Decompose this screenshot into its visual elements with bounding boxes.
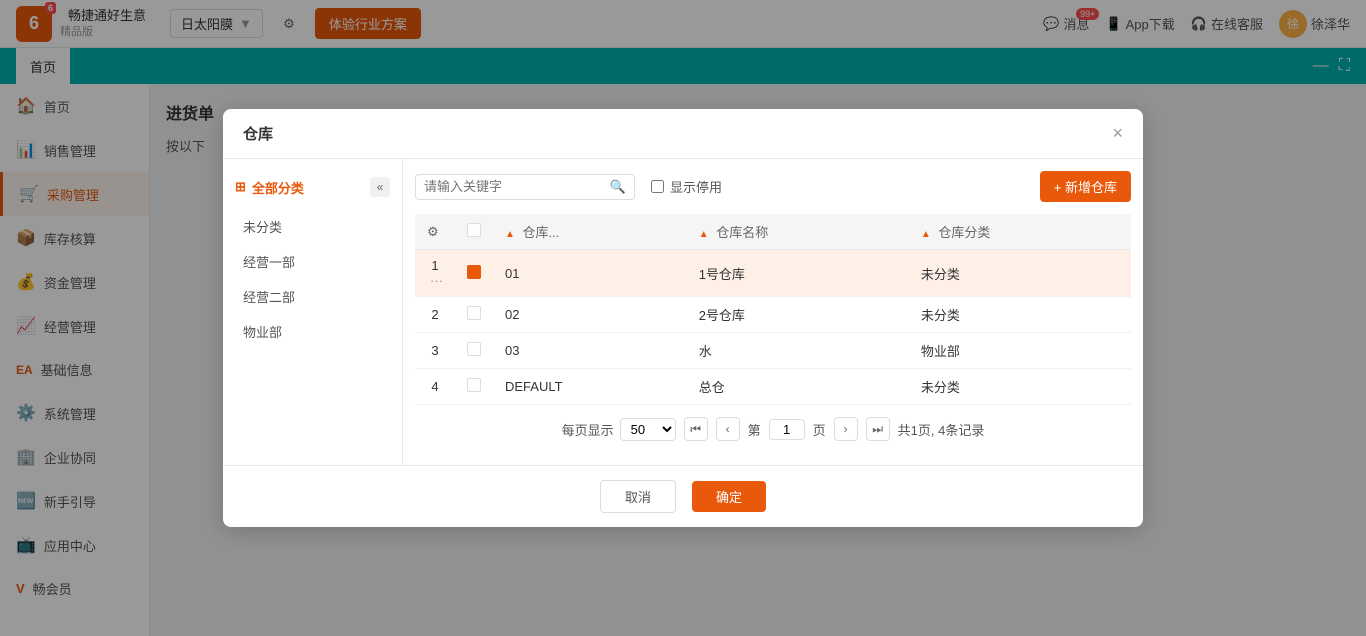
row-code: 03 — [493, 333, 687, 369]
all-categories-label: 全部分类 — [252, 178, 304, 197]
row-checkbox[interactable] — [455, 333, 493, 369]
row-index: 4 — [415, 369, 455, 405]
row-name: 1号仓库 — [687, 250, 909, 297]
th-category: ▲ 仓库分类 — [909, 214, 1131, 250]
sort-icon-category: ▲ — [921, 229, 931, 240]
row-checkbox[interactable] — [455, 297, 493, 333]
modal-header: 仓库 × — [223, 109, 1143, 159]
th-name: ▲ 仓库名称 — [687, 214, 909, 250]
left-toolbar: 🔍 显示停用 — [415, 174, 722, 200]
category-header: ⊞ 全部分类 « — [223, 171, 402, 203]
category-sidebar: ⊞ 全部分类 « 未分类 经营一部 经营二部 物业部 — [223, 159, 403, 465]
row-check-icon[interactable] — [467, 306, 481, 320]
search-icon[interactable]: 🔍 — [610, 179, 626, 195]
row-check-icon[interactable] — [467, 342, 481, 356]
row-code: 01 — [493, 250, 687, 297]
show-disabled-label[interactable]: 显示停用 — [651, 177, 722, 196]
pagination: 每页显示 50 100 ⏮ ‹ 第 页 › ⏭ 共1页, 4条记录 — [415, 405, 1131, 453]
per-page-select[interactable]: 50 100 — [620, 418, 676, 441]
last-page-button[interactable]: ⏭ — [866, 417, 890, 441]
header-checkbox[interactable] — [467, 223, 481, 237]
page-suffix: 页 — [813, 420, 826, 439]
table-row[interactable]: 4 DEFAULT 总仓 未分类 — [415, 369, 1131, 405]
table-row[interactable]: 3 03 水 物业部 — [415, 333, 1131, 369]
show-disabled-checkbox[interactable] — [651, 180, 664, 193]
th-code: ▲ 仓库... — [493, 214, 687, 250]
collapse-button[interactable]: « — [370, 177, 390, 197]
category-item-property[interactable]: 物业部 — [223, 314, 402, 349]
modal-overlay: 仓库 × ⊞ 全部分类 « 未分类 经营一部 经营二部 物业部 — [0, 0, 1366, 636]
table-area: 🔍 显示停用 + 新增仓库 ⚙ — [403, 159, 1143, 465]
modal-title: 仓库 — [243, 123, 273, 144]
cancel-button[interactable]: 取消 — [600, 480, 676, 513]
add-warehouse-button[interactable]: + 新增仓库 — [1040, 171, 1131, 202]
row-category: 未分类 — [909, 297, 1131, 333]
row-checkbox[interactable] — [455, 369, 493, 405]
row-name: 水 — [687, 333, 909, 369]
row-category: 未分类 — [909, 250, 1131, 297]
confirm-button[interactable]: 确定 — [692, 481, 766, 512]
modal-close-button[interactable]: × — [1112, 123, 1123, 144]
page-prefix: 第 — [748, 420, 761, 439]
warehouse-table: ⚙ ▲ 仓库... ▲ 仓库名称 — [415, 214, 1131, 405]
per-page-label: 每页显示 — [562, 420, 614, 439]
modal-body: ⊞ 全部分类 « 未分类 经营一部 经营二部 物业部 🔍 — [223, 159, 1143, 465]
row-category: 未分类 — [909, 369, 1131, 405]
row-check-icon[interactable] — [467, 265, 481, 279]
th-checkbox — [455, 214, 493, 250]
search-box: 🔍 — [415, 174, 635, 200]
row-name: 2号仓库 — [687, 297, 909, 333]
page-number-input[interactable] — [769, 419, 805, 440]
per-page-selector: 每页显示 50 100 — [562, 418, 676, 441]
search-input[interactable] — [424, 179, 610, 194]
sort-icon-code: ▲ — [505, 229, 515, 240]
all-categories-button[interactable]: ⊞ 全部分类 — [235, 178, 304, 197]
column-settings-icon[interactable]: ⚙ — [427, 224, 439, 239]
category-item-op1[interactable]: 经营一部 — [223, 244, 402, 279]
show-disabled-text: 显示停用 — [670, 177, 722, 196]
row-index: 3 — [415, 333, 455, 369]
row-checkbox[interactable] — [455, 250, 493, 297]
table-body: 1 ··· 01 1号仓库 未分类 2 02 2号仓库 未分类 3 03 水 物… — [415, 250, 1131, 405]
row-index: 1 ··· — [415, 250, 455, 297]
first-page-button[interactable]: ⏮ — [684, 417, 708, 441]
sort-icon-name: ▲ — [699, 229, 709, 240]
row-code: 02 — [493, 297, 687, 333]
category-item-unclassified[interactable]: 未分类 — [223, 209, 402, 244]
total-records: 共1页, 4条记录 — [898, 420, 985, 439]
table-head: ⚙ ▲ 仓库... ▲ 仓库名称 — [415, 214, 1131, 250]
table-toolbar: 🔍 显示停用 + 新增仓库 — [415, 171, 1131, 202]
row-category: 物业部 — [909, 333, 1131, 369]
table-row[interactable]: 2 02 2号仓库 未分类 — [415, 297, 1131, 333]
row-name: 总仓 — [687, 369, 909, 405]
warehouse-modal: 仓库 × ⊞ 全部分类 « 未分类 经营一部 经营二部 物业部 — [223, 109, 1143, 527]
next-page-button[interactable]: › — [834, 417, 858, 441]
row-index: 2 — [415, 297, 455, 333]
row-check-icon[interactable] — [467, 378, 481, 392]
prev-page-button[interactable]: ‹ — [716, 417, 740, 441]
category-item-op2[interactable]: 经营二部 — [223, 279, 402, 314]
row-code: DEFAULT — [493, 369, 687, 405]
th-settings: ⚙ — [415, 214, 455, 250]
grid-icon: ⊞ — [235, 179, 246, 195]
modal-footer: 取消 确定 — [223, 465, 1143, 527]
table-row[interactable]: 1 ··· 01 1号仓库 未分类 — [415, 250, 1131, 297]
